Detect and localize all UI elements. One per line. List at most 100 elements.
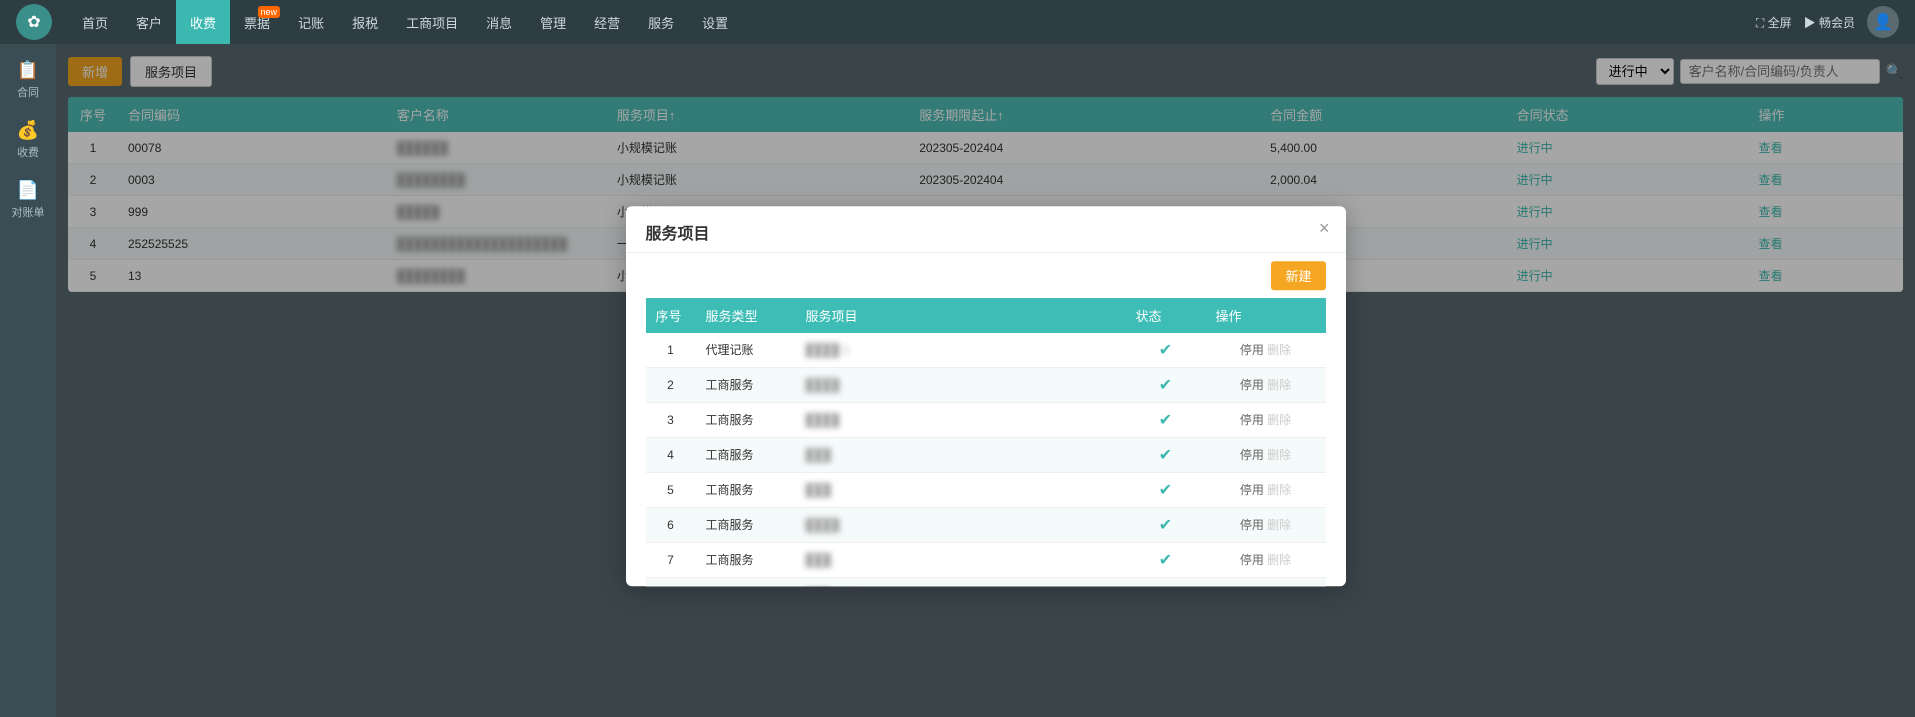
modal-cell-item: ████ bbox=[796, 367, 1126, 402]
delete-button[interactable]: 删除 bbox=[1267, 446, 1291, 463]
modal-table-row: 5 工商服务 ███ ✔ 停用 删除 bbox=[646, 472, 1326, 507]
fee-icon: 💰 bbox=[17, 120, 39, 141]
status-ok-icon: ✔ bbox=[1159, 447, 1172, 464]
modal-cell-type: 工商服务 bbox=[696, 542, 796, 577]
modal-cell-action[interactable]: 停用 删除 bbox=[1206, 542, 1326, 577]
modal-cell-status: ✔ bbox=[1126, 437, 1206, 472]
nav-client[interactable]: 客户 bbox=[122, 0, 176, 44]
modal-cell-type: 代理记账 bbox=[696, 333, 796, 368]
nav-settings[interactable]: 设置 bbox=[688, 0, 742, 44]
modal-cell-item: ████ bbox=[796, 402, 1126, 437]
modal-table-row: 7 工商服务 ███ ✔ 停用 删除 bbox=[646, 542, 1326, 577]
modal-table-row: 8 工商服务 ███ 注册 ✔ 停用 删除 bbox=[646, 577, 1326, 586]
modal-cell-seq: 4 bbox=[646, 437, 696, 472]
modal-cell-item: ███ bbox=[796, 542, 1126, 577]
modal-cell-type: 工商服务 bbox=[696, 402, 796, 437]
nav-business[interactable]: 工商项目 bbox=[392, 0, 472, 44]
status-ok-icon: ✔ bbox=[1159, 482, 1172, 499]
member-btn[interactable]: ▶ 畅会员 bbox=[1804, 14, 1855, 31]
stop-button[interactable]: 停用 bbox=[1240, 481, 1264, 498]
sidebar-item-fee[interactable]: 💰 收费 bbox=[2, 112, 54, 168]
stop-button[interactable]: 停用 bbox=[1240, 411, 1264, 428]
status-ok-icon: ✔ bbox=[1159, 517, 1172, 534]
nav-bookkeeping[interactable]: 记账 bbox=[284, 0, 338, 44]
main-layout: 📋 合同 💰 收费 📄 对账单 新增 服务项目 进行中 全部 已终止 🔍 bbox=[0, 44, 1915, 717]
modal-th-action: 操作 bbox=[1206, 298, 1326, 333]
modal-cell-seq: 2 bbox=[646, 367, 696, 402]
delete-button[interactable]: 删除 bbox=[1267, 551, 1291, 568]
nav-fee[interactable]: 收费 bbox=[176, 0, 230, 44]
modal-cell-item: ████ 1 bbox=[796, 333, 1126, 368]
service-modal: 服务项目 × 新建 序号 服务类型 服务项目 状态 操作 bbox=[626, 206, 1346, 586]
modal-cell-status: ✔ bbox=[1126, 507, 1206, 542]
nav-message[interactable]: 消息 bbox=[472, 0, 526, 44]
modal-toolbar: 新建 bbox=[626, 253, 1346, 298]
modal-cell-status: ✔ bbox=[1126, 577, 1206, 586]
sidebar-item-contract[interactable]: 📋 合同 bbox=[2, 52, 54, 108]
modal-cell-action[interactable]: 停用 删除 bbox=[1206, 507, 1326, 542]
modal-cell-item: ███ bbox=[796, 437, 1126, 472]
nav-tax[interactable]: 报税 bbox=[338, 0, 392, 44]
modal-cell-seq: 3 bbox=[646, 402, 696, 437]
modal-cell-status: ✔ bbox=[1126, 333, 1206, 368]
nav-manage[interactable]: 管理 bbox=[526, 0, 580, 44]
modal-cell-action[interactable]: 停用 删除 bbox=[1206, 333, 1326, 368]
modal-table-row: 1 代理记账 ████ 1 ✔ 停用 删除 bbox=[646, 333, 1326, 368]
stop-button[interactable]: 停用 bbox=[1240, 516, 1264, 533]
status-ok-icon: ✔ bbox=[1159, 552, 1172, 569]
modal-table-row: 6 工商服务 ████ ✔ 停用 删除 bbox=[646, 507, 1326, 542]
nav-home[interactable]: 首页 bbox=[68, 0, 122, 44]
modal-th-type: 服务类型 bbox=[696, 298, 796, 333]
modal-cell-action[interactable]: 停用 删除 bbox=[1206, 472, 1326, 507]
modal-cell-type: 工商服务 bbox=[696, 577, 796, 586]
stop-button[interactable]: 停用 bbox=[1240, 446, 1264, 463]
modal-cell-type: 工商服务 bbox=[696, 437, 796, 472]
new-badge: new bbox=[258, 6, 281, 18]
modal-table: 序号 服务类型 服务项目 状态 操作 1 代理记账 ████ 1 ✔ 停用 删除… bbox=[646, 298, 1326, 586]
logo: ✿ bbox=[16, 4, 52, 40]
modal-cell-item: ███ 注册 bbox=[796, 577, 1126, 586]
modal-header: 服务项目 × bbox=[626, 206, 1346, 253]
modal-cell-status: ✔ bbox=[1126, 402, 1206, 437]
delete-button[interactable]: 删除 bbox=[1267, 341, 1291, 358]
status-ok-icon: ✔ bbox=[1159, 377, 1172, 394]
modal-cell-status: ✔ bbox=[1126, 542, 1206, 577]
modal-th-seq: 序号 bbox=[646, 298, 696, 333]
fullscreen-btn[interactable]: ⛶ 全屏 bbox=[1756, 14, 1792, 31]
top-nav: ✿ 首页 客户 收费 票据 new 记账 报税 工商项目 消息 管理 经营 服务… bbox=[0, 0, 1915, 44]
nav-ticket[interactable]: 票据 new bbox=[230, 0, 284, 44]
modal-cell-action[interactable]: 停用 删除 bbox=[1206, 402, 1326, 437]
content-area: 新增 服务项目 进行中 全部 已终止 🔍 序号 合同编码 客户名称 服务项目↑ bbox=[56, 44, 1915, 717]
sidebar-item-statement[interactable]: 📄 对账单 bbox=[2, 172, 54, 228]
stop-button[interactable]: 停用 bbox=[1240, 551, 1264, 568]
stop-button[interactable]: 停用 bbox=[1240, 376, 1264, 393]
delete-button[interactable]: 删除 bbox=[1267, 481, 1291, 498]
modal-cell-type: 工商服务 bbox=[696, 507, 796, 542]
modal-cell-action[interactable]: 停用 删除 bbox=[1206, 577, 1326, 586]
modal-cell-type: 工商服务 bbox=[696, 367, 796, 402]
modal-cell-status: ✔ bbox=[1126, 367, 1206, 402]
modal-cell-type: 工商服务 bbox=[696, 472, 796, 507]
modal-cell-action[interactable]: 停用 删除 bbox=[1206, 367, 1326, 402]
logo-icon: ✿ bbox=[27, 12, 40, 32]
nav-service[interactable]: 服务 bbox=[634, 0, 688, 44]
contract-icon: 📋 bbox=[17, 60, 39, 81]
delete-button[interactable]: 删除 bbox=[1267, 376, 1291, 393]
modal-close-button[interactable]: × bbox=[1319, 218, 1330, 239]
modal-new-button[interactable]: 新建 bbox=[1271, 261, 1325, 290]
modal-body: 序号 服务类型 服务项目 状态 操作 1 代理记账 ████ 1 ✔ 停用 删除… bbox=[626, 298, 1346, 586]
avatar[interactable]: 👤 bbox=[1867, 6, 1899, 38]
delete-button[interactable]: 删除 bbox=[1267, 411, 1291, 428]
stop-button[interactable]: 停用 bbox=[1240, 341, 1264, 358]
modal-cell-seq: 6 bbox=[646, 507, 696, 542]
nav-right: ⛶ 全屏 ▶ 畅会员 👤 bbox=[1756, 6, 1899, 38]
delete-button[interactable]: 删除 bbox=[1267, 516, 1291, 533]
sidebar: 📋 合同 💰 收费 📄 对账单 bbox=[0, 44, 56, 717]
modal-cell-action[interactable]: 停用 删除 bbox=[1206, 437, 1326, 472]
nav-operation[interactable]: 经营 bbox=[580, 0, 634, 44]
modal-cell-seq: 1 bbox=[646, 333, 696, 368]
modal-cell-item: ███ bbox=[796, 472, 1126, 507]
modal-cell-seq: 8 bbox=[646, 577, 696, 586]
status-ok-icon: ✔ bbox=[1159, 412, 1172, 429]
modal-cell-item: ████ bbox=[796, 507, 1126, 542]
